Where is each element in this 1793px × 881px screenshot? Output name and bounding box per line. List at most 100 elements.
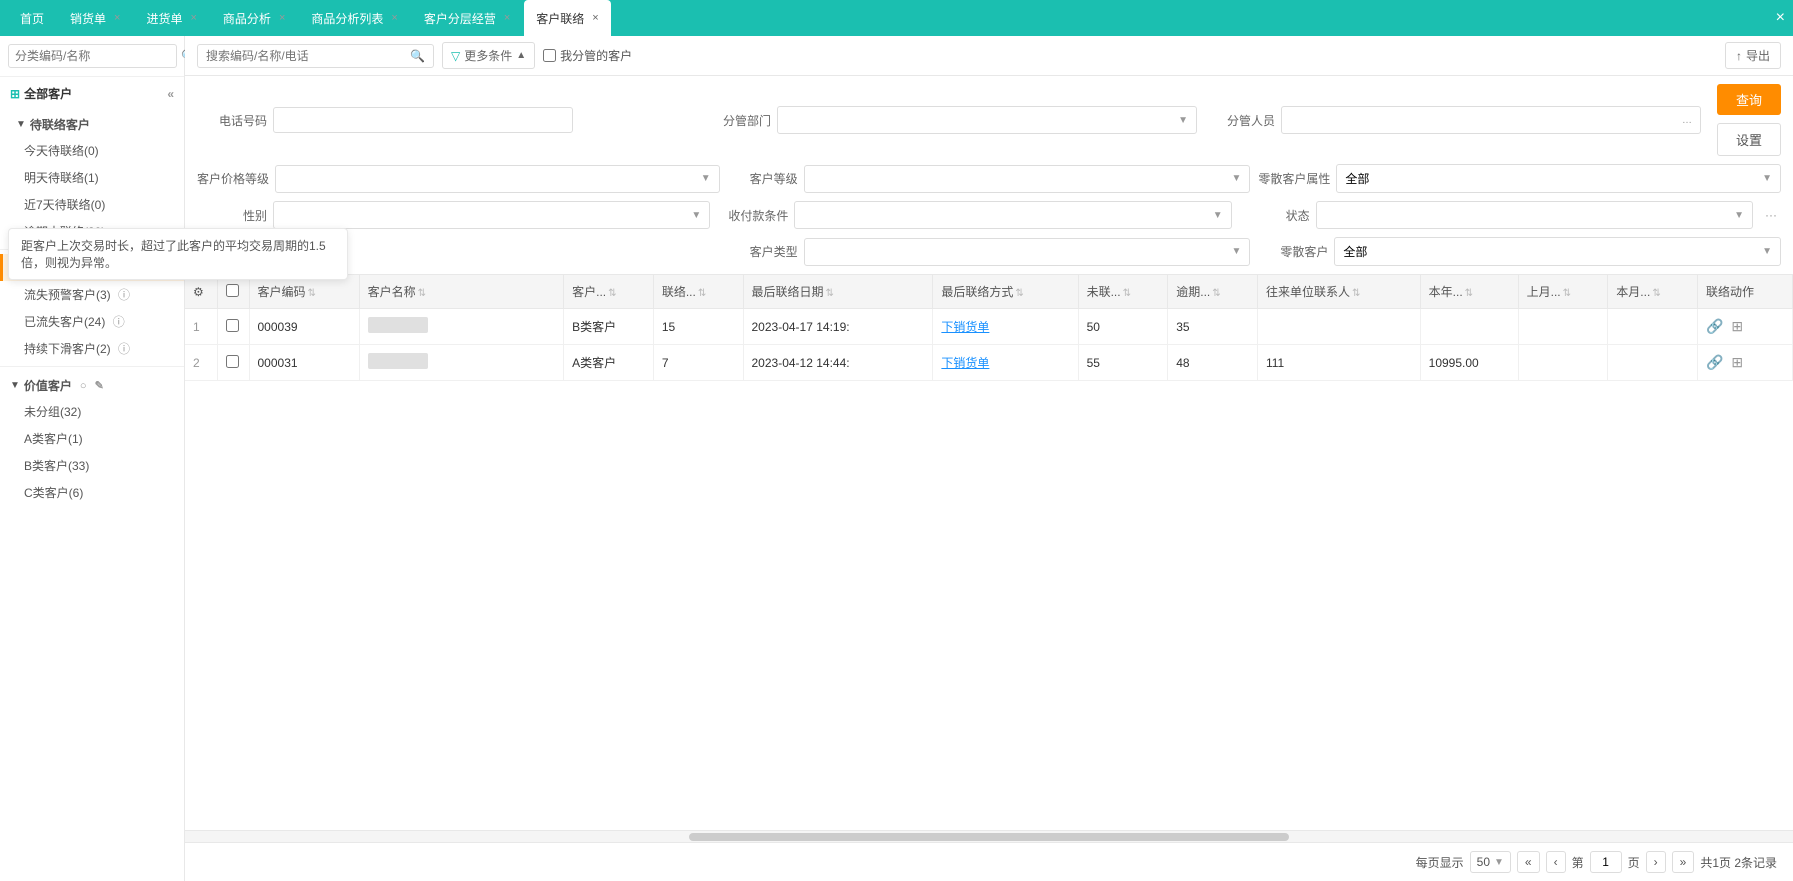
setting-button[interactable]: 设置 (1717, 123, 1781, 156)
status-select[interactable]: ▼ (1316, 201, 1753, 229)
first-page-button[interactable]: « (1517, 851, 1540, 873)
gender-select[interactable]: ▼ (273, 201, 710, 229)
sidebar-edit2-icon[interactable]: ✎ (95, 379, 104, 392)
col-last-month: 上月...⇅ (1518, 275, 1608, 309)
col-overdue-sort[interactable]: ⇅ (1212, 288, 1220, 299)
sidebar-item-7days[interactable]: 近7天待联络(0) (0, 191, 184, 218)
row1-check[interactable] (217, 309, 249, 345)
sidebar-item-tomorrow[interactable]: 明天待联络(1) (0, 164, 184, 191)
col-person-sort[interactable]: ⇅ (1352, 288, 1360, 299)
nav-tab-purchase[interactable]: 进货单 × (134, 0, 208, 36)
col-lmonth-sort[interactable]: ⇅ (1563, 288, 1571, 299)
sidebar-item-a-class[interactable]: A类客户(1) (0, 425, 184, 452)
dept-select[interactable]: ▼ (777, 106, 1197, 134)
page-size-select[interactable]: 50 ▼ (1470, 851, 1511, 873)
export-button[interactable]: ↑ 导出 (1725, 42, 1781, 69)
more-dots-1[interactable]: ··· (1761, 208, 1781, 222)
col-action: 联络动作 (1697, 275, 1792, 309)
nav-tab-analysis[interactable]: 商品分析 × (211, 0, 297, 36)
info-icon-2: ⓘ (118, 288, 130, 302)
row1-detail-icon[interactable]: ⊞ (1731, 318, 1743, 335)
nav-tab-analysis-list[interactable]: 商品分析列表 × (299, 0, 409, 36)
next-page-button[interactable]: › (1646, 851, 1666, 873)
nav-customer-contact-close[interactable]: × (592, 12, 598, 24)
col-last-method: 最后联络方式⇅ (933, 275, 1078, 309)
export-label: 导出 (1746, 47, 1770, 64)
nav-tab-customer-layer[interactable]: 客户分层经营 × (412, 0, 522, 36)
col-type-sort[interactable]: ⇅ (608, 288, 616, 299)
nav-customer-layer-close[interactable]: × (504, 12, 510, 24)
customer-level-select[interactable]: ▼ (804, 165, 1251, 193)
col-year-sort[interactable]: ⇅ (1465, 288, 1473, 299)
page-input[interactable] (1590, 851, 1622, 873)
row2-contact-icon[interactable]: 🔗 (1706, 354, 1723, 371)
scrollbar-thumb[interactable] (689, 833, 1289, 841)
select-all-checkbox[interactable] (226, 284, 239, 297)
row2-detail-icon[interactable]: ⊞ (1731, 354, 1743, 371)
group-pending-label: 待联络客户 (30, 116, 90, 133)
search-icon[interactable]: 🔍 (410, 49, 425, 63)
row2-tmonth (1608, 345, 1698, 381)
close-all-button[interactable]: × (1776, 9, 1785, 27)
horizontal-scrollbar[interactable] (185, 830, 1793, 842)
customer-type-select[interactable]: ▼ (804, 238, 1251, 266)
prev-page-button[interactable]: ‹ (1546, 851, 1566, 873)
col-un-contact: 未联...⇅ (1078, 275, 1168, 309)
col-name-sort[interactable]: ⇅ (418, 288, 426, 299)
price-level-select[interactable]: ▼ (275, 165, 720, 193)
sidebar-item-b-class[interactable]: B类客户(33) (0, 452, 184, 479)
nav-purchase-close[interactable]: × (190, 12, 196, 24)
sidebar-group-pending[interactable]: ▼ 待联络客户 (0, 110, 184, 137)
query-button[interactable]: 查询 (1717, 84, 1781, 115)
row1-code: 000039 (249, 309, 359, 345)
search-input[interactable] (206, 49, 406, 63)
my-customers-checkbox[interactable] (543, 49, 556, 62)
manager-select[interactable]: … (1281, 106, 1701, 134)
row1-checkbox[interactable] (226, 319, 239, 332)
nav-tab-customer-contact[interactable]: 客户联络 × (524, 0, 610, 36)
row2-checkbox[interactable] (226, 355, 239, 368)
last-page-button[interactable]: » (1672, 851, 1695, 873)
col-un-contact-sort[interactable]: ⇅ (1123, 288, 1131, 299)
nav-sales-close[interactable]: × (114, 12, 120, 24)
retail-attr-select[interactable]: 全部 ▼ (1336, 164, 1781, 193)
sidebar-item-c-class[interactable]: C类客户(6) (0, 479, 184, 506)
table-row: 1 000039 B类客户 15 2023-04-17 14:19: 下销货单 … (185, 309, 1793, 345)
retail-customer-select[interactable]: 全部 ▼ (1334, 237, 1781, 266)
export-icon: ↑ (1736, 49, 1742, 63)
sidebar-item-declining[interactable]: 持续下滑客户(2) ⓘ (0, 335, 184, 362)
sidebar-collapse-icon[interactable]: « (167, 87, 174, 101)
row1-contact-icon[interactable]: 🔗 (1706, 318, 1723, 335)
col-checkbox[interactable] (217, 275, 249, 309)
sidebar-item-ungrouped[interactable]: 未分组(32) (0, 398, 184, 425)
sidebar-group-value[interactable]: ▼ 价值客户 ○ ✎ (0, 371, 184, 398)
col-code-sort[interactable]: ⇅ (308, 288, 316, 299)
retail-attr-label: 零散客户属性 (1258, 170, 1330, 187)
sidebar-search-input[interactable] (8, 44, 177, 68)
col-last-method-sort[interactable]: ⇅ (1015, 288, 1023, 299)
phone-input[interactable] (273, 107, 573, 133)
col-last-date-sort[interactable]: ⇅ (826, 288, 834, 299)
col-contact-sort[interactable]: ⇅ (698, 288, 706, 299)
more-conditions-button[interactable]: ▽ 更多条件 ▲ (442, 42, 535, 69)
my-customers-checkbox-area[interactable]: 我分管的客户 (543, 47, 632, 64)
nav-tab-home[interactable]: 首页 (8, 0, 56, 36)
sidebar-item-churn-warning[interactable]: 流失预警客户(3) ⓘ (0, 281, 184, 308)
col-tmonth-sort[interactable]: ⇅ (1652, 288, 1660, 299)
payment-select[interactable]: ▼ (794, 201, 1231, 229)
sidebar-item-today[interactable]: 今天待联络(0) (0, 137, 184, 164)
row2-check[interactable] (217, 345, 249, 381)
sidebar-edit-icon[interactable]: ○ (80, 380, 87, 392)
nav-analysis-list-close[interactable]: × (391, 12, 397, 24)
col-settings[interactable]: ⚙ (185, 275, 217, 309)
sidebar-item-churned[interactable]: 已流失客户(24) ⓘ (0, 308, 184, 335)
main-layout: 🔍 ⊞ 全部客户 « ▼ 待联络客户 今天待联络(0) 明天待联络(1) 近7天… (0, 36, 1793, 881)
customer-type-label: 客户类型 (728, 243, 798, 260)
retail-customer-value: 全部 (1343, 243, 1367, 260)
nav-tab-sales[interactable]: 销货单 × (58, 0, 132, 36)
retail-customer-label: 零散客户 (1258, 243, 1328, 260)
nav-analysis-close[interactable]: × (279, 12, 285, 24)
row2-last-method: 下销货单 (933, 345, 1078, 381)
table-row: 2 000031 A类客户 7 2023-04-12 14:44: 下销货单 5… (185, 345, 1793, 381)
sidebar-all-customers[interactable]: ⊞ 全部客户 « (0, 77, 184, 110)
